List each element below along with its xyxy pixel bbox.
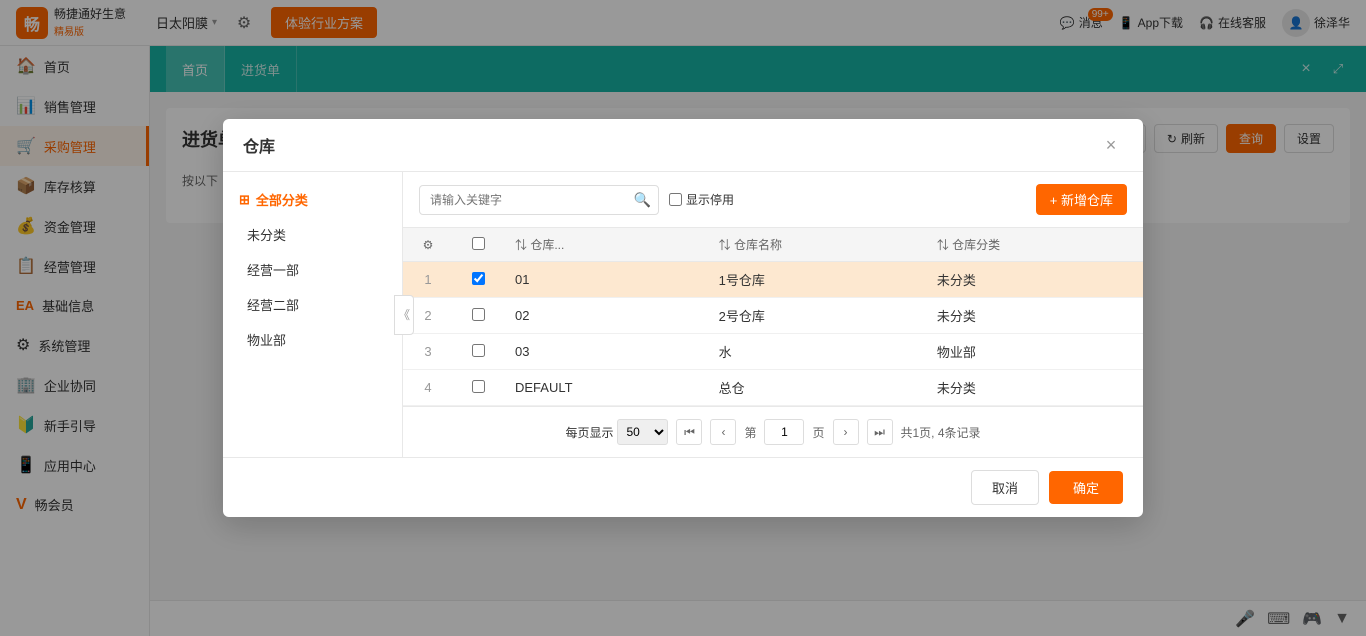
table-body: 1 01 1号仓库 未分类 2 02 2号仓库 未分类 3 03 水 物业部 4	[403, 262, 1143, 406]
warehouse-modal: 仓库 × ⊞ 全部分类 未分类 经营一部 经营二部 物业部 《	[223, 119, 1143, 517]
row-checkbox-cell	[453, 370, 503, 406]
cancel-button[interactable]: 取消	[971, 470, 1039, 505]
per-page-select-wrap: 每页显示 50 100	[565, 419, 668, 445]
row-name: 总仓	[707, 370, 925, 406]
table-panel: 🔍 显示停用 + 新增仓库 ⚙	[403, 172, 1143, 457]
select-all-checkbox[interactable]	[472, 237, 485, 250]
col-settings: ⚙	[403, 228, 453, 262]
show-disabled-label[interactable]: 显示停用	[669, 191, 734, 208]
total-records: 共1页, 4条记录	[901, 424, 981, 441]
row-category: 未分类	[925, 298, 1143, 334]
first-page-button[interactable]: ⏮	[676, 419, 702, 445]
row-checkbox[interactable]	[472, 344, 485, 357]
row-index: 1	[403, 262, 453, 298]
col-code: ⇅ 仓库...	[503, 228, 707, 262]
show-disabled-text: 显示停用	[686, 191, 734, 208]
pagination: 每页显示 50 100 ⏮ ‹ 第 页 › ⏭ 共1页, 4条记录	[403, 406, 1143, 457]
col-checkbox	[453, 228, 503, 262]
row-code: DEFAULT	[503, 370, 707, 406]
show-disabled-checkbox[interactable]	[669, 193, 682, 206]
category-item-ops2[interactable]: 经营二部	[223, 287, 402, 322]
data-table: ⚙ ⇅ 仓库... ⇅ 仓库名称 ⇅ 仓库分类	[403, 228, 1143, 406]
row-index: 4	[403, 370, 453, 406]
search-input[interactable]	[419, 185, 659, 215]
row-category: 未分类	[925, 262, 1143, 298]
row-name: 水	[707, 334, 925, 370]
row-name: 1号仓库	[707, 262, 925, 298]
table-row: 1 01 1号仓库 未分类	[403, 262, 1143, 298]
row-name: 2号仓库	[707, 298, 925, 334]
row-code: 02	[503, 298, 707, 334]
search-icon[interactable]: 🔍	[634, 191, 651, 208]
page-label: 第	[744, 424, 756, 441]
row-checkbox-cell	[453, 334, 503, 370]
category-item-property[interactable]: 物业部	[223, 322, 402, 357]
modal-overlay: 仓库 × ⊞ 全部分类 未分类 经营一部 经营二部 物业部 《	[0, 0, 1366, 636]
col-category: ⇅ 仓库分类	[925, 228, 1143, 262]
col-name-sort-icon: ⇅	[719, 238, 731, 252]
category-all[interactable]: ⊞ 全部分类	[223, 182, 402, 217]
category-item-unclassified[interactable]: 未分类	[223, 217, 402, 252]
grid-icon: ⊞	[239, 192, 250, 208]
modal-title: 仓库	[243, 133, 275, 157]
row-index: 3	[403, 334, 453, 370]
category-collapse-button[interactable]: 《	[394, 295, 414, 335]
col-code-sort-icon: ⇅	[515, 238, 527, 252]
table-row: 2 02 2号仓库 未分类	[403, 298, 1143, 334]
col-name: ⇅ 仓库名称	[707, 228, 925, 262]
row-category: 未分类	[925, 370, 1143, 406]
per-page-label: 每页显示	[565, 424, 613, 441]
table-header-row: ⚙ ⇅ 仓库... ⇅ 仓库名称 ⇅ 仓库分类	[403, 228, 1143, 262]
category-panel: ⊞ 全部分类 未分类 经营一部 经营二部 物业部 《	[223, 172, 403, 457]
per-page-select[interactable]: 50 100	[617, 419, 668, 445]
row-code: 01	[503, 262, 707, 298]
add-warehouse-button[interactable]: + 新增仓库	[1036, 184, 1127, 215]
next-page-button[interactable]: ›	[833, 419, 859, 445]
row-checkbox[interactable]	[472, 308, 485, 321]
row-checkbox-cell	[453, 262, 503, 298]
warehouse-table: ⚙ ⇅ 仓库... ⇅ 仓库名称 ⇅ 仓库分类	[403, 228, 1143, 406]
row-checkbox-cell	[453, 298, 503, 334]
confirm-button[interactable]: 确定	[1049, 471, 1123, 504]
modal-footer: 取消 确定	[223, 457, 1143, 517]
page-number-input[interactable]	[764, 419, 804, 445]
row-code: 03	[503, 334, 707, 370]
category-all-label: 全部分类	[256, 190, 308, 209]
category-item-ops1[interactable]: 经营一部	[223, 252, 402, 287]
modal-body: ⊞ 全部分类 未分类 经营一部 经营二部 物业部 《 🔍	[223, 172, 1143, 457]
last-page-button[interactable]: ⏭	[867, 419, 893, 445]
row-category: 物业部	[925, 334, 1143, 370]
modal-header: 仓库 ×	[223, 119, 1143, 172]
table-toolbar: 🔍 显示停用 + 新增仓库	[403, 172, 1143, 228]
table-row: 3 03 水 物业部	[403, 334, 1143, 370]
row-checkbox[interactable]	[472, 380, 485, 393]
modal-close-button[interactable]: ×	[1099, 133, 1123, 157]
row-checkbox[interactable]	[472, 272, 485, 285]
search-input-wrap: 🔍	[419, 185, 659, 215]
table-row: 4 DEFAULT 总仓 未分类	[403, 370, 1143, 406]
prev-page-button[interactable]: ‹	[710, 419, 736, 445]
page-suffix: 页	[812, 424, 824, 441]
col-category-sort-icon: ⇅	[937, 238, 949, 252]
